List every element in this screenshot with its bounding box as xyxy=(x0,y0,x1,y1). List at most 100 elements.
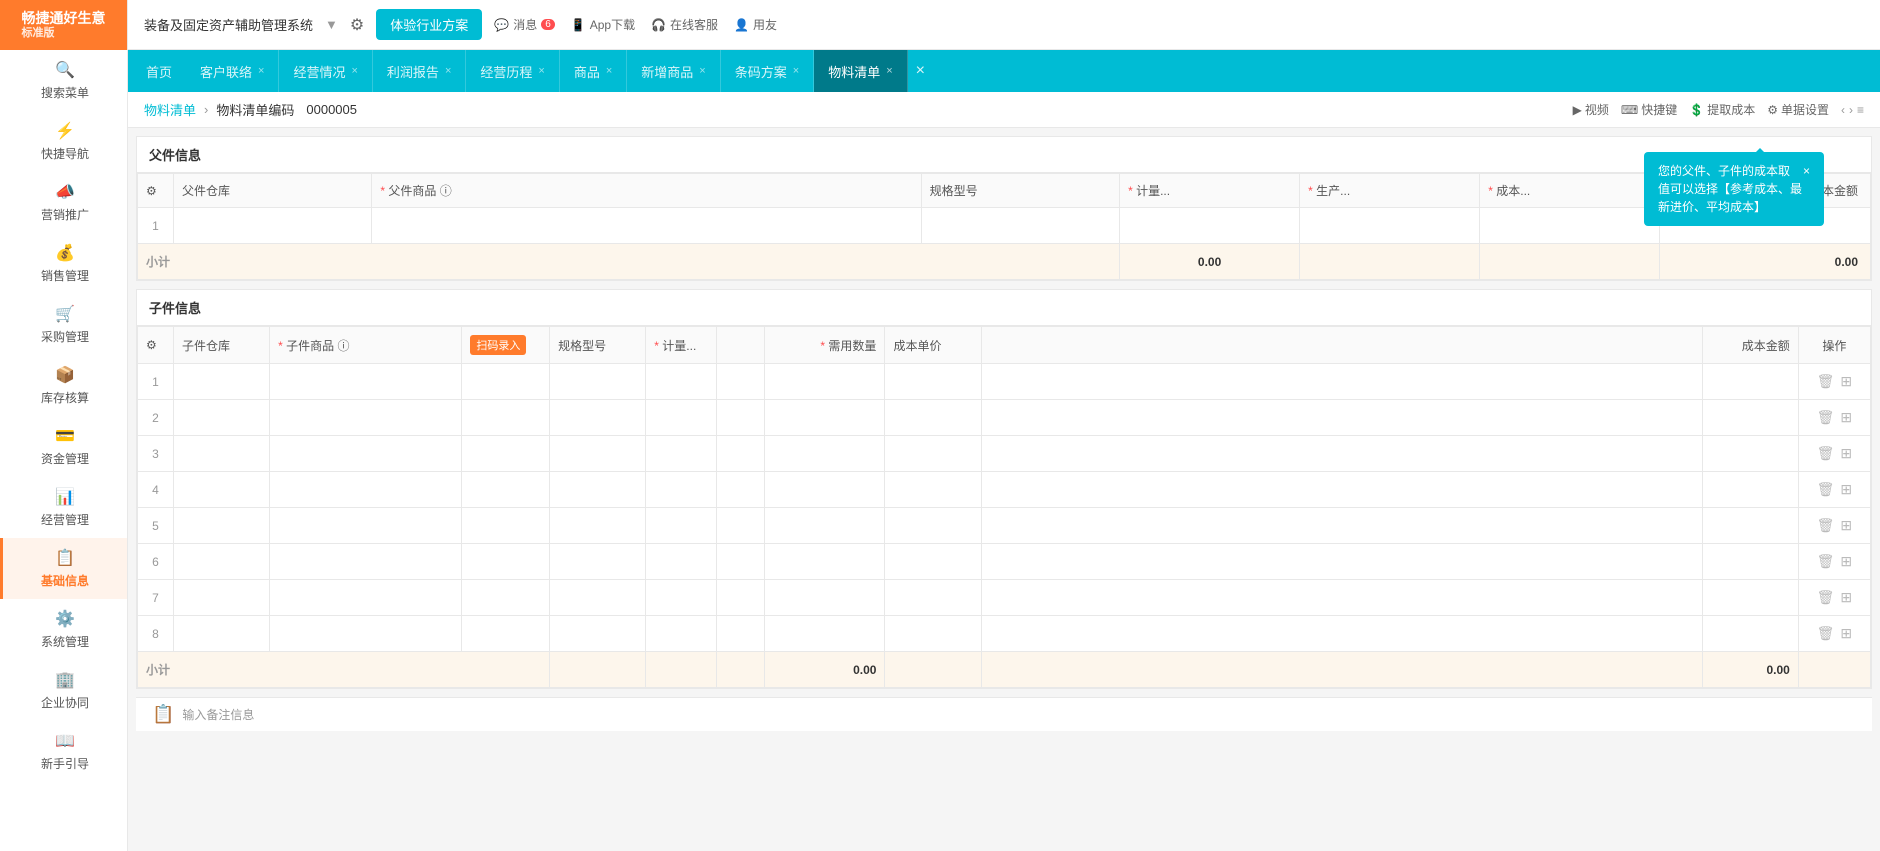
child-cell-amount-7[interactable] xyxy=(1702,580,1798,616)
child-cell-spec-5[interactable] xyxy=(550,508,646,544)
child-cell-spec-1[interactable] xyxy=(550,364,646,400)
tooltip-close-btn[interactable]: × xyxy=(1803,162,1810,180)
copy-icon-5[interactable]: ⊞ xyxy=(1840,517,1852,534)
try-button[interactable]: 体验行业方案 xyxy=(376,9,482,40)
tab-close-bom[interactable]: × xyxy=(886,65,892,77)
child-cell-warehouse-1[interactable] xyxy=(174,364,270,400)
copy-icon-4[interactable]: ⊞ xyxy=(1840,481,1852,498)
parent-cell-warehouse-1[interactable] xyxy=(174,208,372,244)
child-cell-warehouse-6[interactable] xyxy=(174,544,270,580)
child-cell-unitcost-7[interactable] xyxy=(885,580,981,616)
app-download-item[interactable]: 📱 App下载 xyxy=(571,16,635,33)
sidebar-item-operation[interactable]: 📊经营管理 xyxy=(0,477,127,538)
copy-icon-7[interactable]: ⊞ xyxy=(1840,589,1852,606)
child-cell-scan-2[interactable] xyxy=(462,400,550,436)
child-cell-scan-7[interactable] xyxy=(462,580,550,616)
child-cell-spec-4[interactable] xyxy=(550,472,646,508)
sidebar-item-basic[interactable]: 📋基础信息 xyxy=(0,538,127,599)
child-cell-amount-6[interactable] xyxy=(1702,544,1798,580)
delete-icon-8[interactable]: 🗑 xyxy=(1817,625,1835,642)
copy-icon-3[interactable]: ⊞ xyxy=(1840,445,1852,462)
single-settings-btn[interactable]: ⚙ 单据设置 xyxy=(1767,101,1829,118)
child-cell-goods-3[interactable] xyxy=(270,436,462,472)
sidebar-item-inventory[interactable]: 📦库存核算 xyxy=(0,355,127,416)
tab-close-history[interactable]: × xyxy=(538,65,544,77)
copy-icon-8[interactable]: ⊞ xyxy=(1840,625,1852,642)
sidebar-item-search[interactable]: 🔍搜索菜单 xyxy=(0,50,127,111)
child-cell-unitcost-2[interactable] xyxy=(885,400,981,436)
sidebar-item-system[interactable]: ⚙️系统管理 xyxy=(0,599,127,660)
sidebar-item-sales[interactable]: 💰销售管理 xyxy=(0,233,127,294)
nav-tab-goods[interactable]: 商品 × xyxy=(560,50,627,92)
child-cell-amount-8[interactable] xyxy=(1702,616,1798,652)
delete-icon-7[interactable]: 🗑 xyxy=(1817,589,1835,606)
tab-close-profit[interactable]: × xyxy=(445,65,451,77)
nav-tab-operation-status[interactable]: 经营情况 × xyxy=(279,50,372,92)
child-cell-goods-1[interactable] xyxy=(270,364,462,400)
child-cell-goods-4[interactable] xyxy=(270,472,462,508)
nav-tab-customer[interactable]: 客户联络 × xyxy=(186,50,279,92)
parent-cell-produce-1[interactable] xyxy=(1300,208,1480,244)
copy-icon-2[interactable]: ⊞ xyxy=(1840,409,1852,426)
child-cell-qty-7[interactable] xyxy=(765,580,885,616)
child-cell-unitcost-3[interactable] xyxy=(885,436,981,472)
nav-tab-new-goods[interactable]: 新增商品 × xyxy=(627,50,720,92)
child-cell-unitcost-4[interactable] xyxy=(885,472,981,508)
child-cell-spec-7[interactable] xyxy=(550,580,646,616)
shortcut-btn[interactable]: ⌨ 快捷键 xyxy=(1621,101,1677,118)
child-cell-scan-8[interactable] xyxy=(462,616,550,652)
child-cell-scan-4[interactable] xyxy=(462,472,550,508)
child-cell-spec-3[interactable] xyxy=(550,436,646,472)
child-cell-qty-5[interactable] xyxy=(765,508,885,544)
tab-close-goods[interactable]: × xyxy=(606,65,612,77)
nav-tab-barcode[interactable]: 条码方案 × xyxy=(721,50,814,92)
child-cell-warehouse-3[interactable] xyxy=(174,436,270,472)
child-cell-unit-1[interactable] xyxy=(646,364,717,400)
child-cell-unit-7[interactable] xyxy=(646,580,717,616)
child-cell-unitcost-5[interactable] xyxy=(885,508,981,544)
child-cell-warehouse-2[interactable] xyxy=(174,400,270,436)
child-cell-qty-4[interactable] xyxy=(765,472,885,508)
nav-tab-bom[interactable]: 物料清单 × xyxy=(814,50,907,92)
copy-icon-6[interactable]: ⊞ xyxy=(1840,553,1852,570)
delete-icon-3[interactable]: 🗑 xyxy=(1817,445,1835,462)
child-cell-amount-4[interactable] xyxy=(1702,472,1798,508)
child-cell-unitcost-6[interactable] xyxy=(885,544,981,580)
delete-icon-1[interactable]: 🗑 xyxy=(1817,373,1835,390)
message-icon-item[interactable]: 💬 消息 6 xyxy=(494,16,555,33)
nav-tab-profit[interactable]: 利润报告 × xyxy=(373,50,466,92)
child-cell-unitcost-1[interactable] xyxy=(885,364,981,400)
online-service-item[interactable]: 🎧 在线客服 xyxy=(651,16,718,33)
child-col-gear[interactable]: ⚙ xyxy=(138,327,174,364)
dropdown-arrow[interactable]: ▼ xyxy=(325,17,338,32)
child-cell-goods-7[interactable] xyxy=(270,580,462,616)
child-cell-unitcost-8[interactable] xyxy=(885,616,981,652)
tab-close-operation-status[interactable]: × xyxy=(351,65,357,77)
tab-close-barcode[interactable]: × xyxy=(793,65,799,77)
breadcrumb-parent[interactable]: 物料清单 xyxy=(144,100,196,119)
next-icon[interactable]: › xyxy=(1849,103,1853,117)
user-item[interactable]: 👤 用友 xyxy=(734,16,777,33)
child-cell-warehouse-8[interactable] xyxy=(174,616,270,652)
sidebar-item-corp[interactable]: 🏢企业协同 xyxy=(0,660,127,721)
sidebar-item-guide[interactable]: 📖新手引导 xyxy=(0,721,127,782)
child-cell-goods-8[interactable] xyxy=(270,616,462,652)
parent-col-gear[interactable]: ⚙ xyxy=(138,174,174,208)
child-cell-unit-4[interactable] xyxy=(646,472,717,508)
child-cell-qty-6[interactable] xyxy=(765,544,885,580)
child-cell-spec-6[interactable] xyxy=(550,544,646,580)
child-cell-scan-1[interactable] xyxy=(462,364,550,400)
parent-cell-goods-1[interactable] xyxy=(372,208,921,244)
child-cell-qty-3[interactable] xyxy=(765,436,885,472)
child-cell-amount-3[interactable] xyxy=(1702,436,1798,472)
delete-icon-5[interactable]: 🗑 xyxy=(1817,517,1835,534)
tab-close-customer[interactable]: × xyxy=(258,65,264,77)
child-cell-goods-2[interactable] xyxy=(270,400,462,436)
sidebar-item-finance[interactable]: 💳资金管理 xyxy=(0,416,127,477)
child-cell-amount-2[interactable] xyxy=(1702,400,1798,436)
delete-icon-6[interactable]: 🗑 xyxy=(1817,553,1835,570)
child-cell-goods-5[interactable] xyxy=(270,508,462,544)
child-cell-amount-5[interactable] xyxy=(1702,508,1798,544)
parent-cell-unit-1[interactable] xyxy=(1120,208,1300,244)
close-all-tabs[interactable]: × xyxy=(908,62,933,80)
